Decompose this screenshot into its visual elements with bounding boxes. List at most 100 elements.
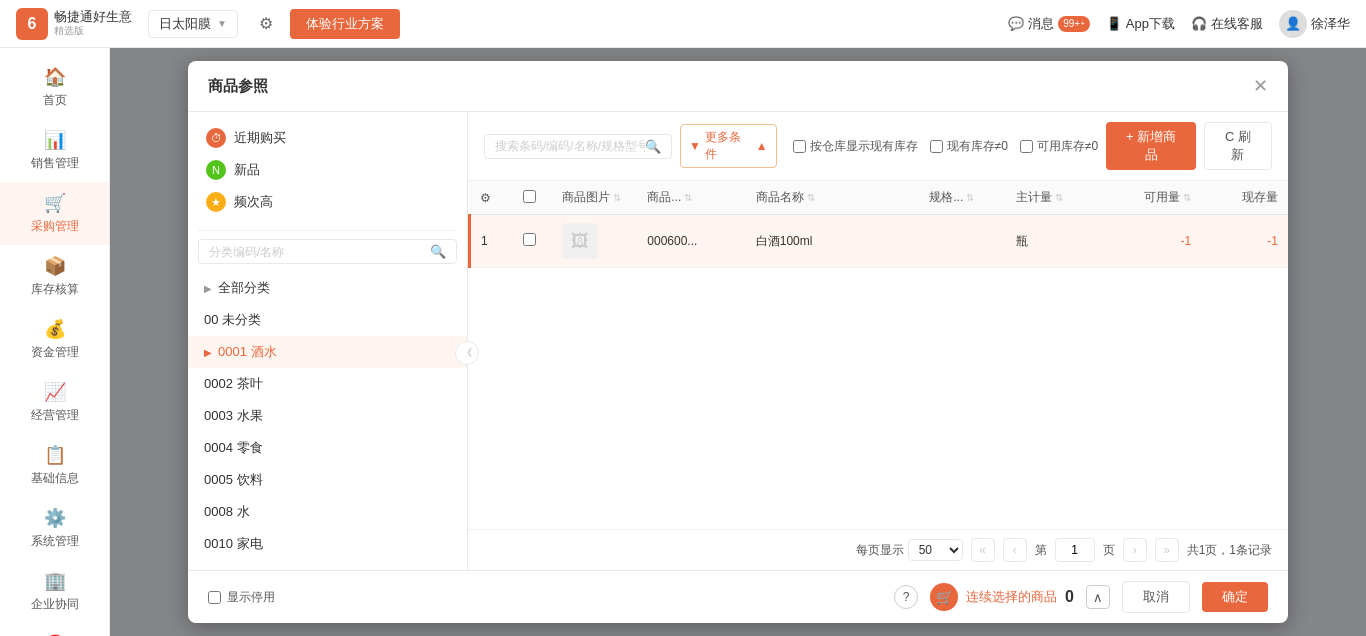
experience-button[interactable]: 体验行业方案: [290, 9, 400, 39]
col-header-settings[interactable]: ⚙: [470, 181, 513, 215]
logo-text: 畅捷通好生意: [54, 9, 132, 25]
table-header-row: ⚙ 商品图片 商品... 商品名称 规格... 主计量: [470, 181, 1289, 215]
add-product-button[interactable]: + 新增商品: [1106, 122, 1196, 170]
sidebar-item-home[interactable]: 🏠 首页: [0, 56, 109, 119]
category-label-all: 全部分类: [218, 279, 270, 297]
modal-overlay: 商品参照 ✕ ⏱ 近期购买 N: [110, 48, 1366, 636]
sidebar-item-purchase[interactable]: 🛒 采购管理: [0, 182, 109, 245]
checkbox-usable[interactable]: [1020, 140, 1033, 153]
checkbox-warehouse[interactable]: [793, 140, 806, 153]
cell-spec: [919, 215, 1006, 268]
col-header-unit[interactable]: 主计量: [1006, 181, 1093, 215]
sidebar-item-operation[interactable]: 📈 经营管理: [0, 371, 109, 434]
headset-icon: 🎧: [1191, 16, 1207, 31]
category-item-0004[interactable]: 0004 零食: [188, 432, 467, 464]
quick-link-frequent[interactable]: ★ 频次高: [198, 186, 457, 218]
collapse-panel-button[interactable]: 《: [455, 341, 479, 365]
page-size-select[interactable]: 50 10 20 100: [908, 539, 963, 561]
cart-collapse-button[interactable]: ∧: [1086, 585, 1110, 609]
quick-link-new-label: 新品: [234, 161, 260, 179]
table-row[interactable]: 1 🖼 000600... 白酒100ml: [470, 215, 1289, 268]
table-select-all[interactable]: [523, 190, 536, 203]
checkbox-warehouse-label[interactable]: 按仓库显示现有库存: [793, 138, 918, 155]
cell-avail: -1: [1093, 215, 1201, 268]
checkbox-available[interactable]: [930, 140, 943, 153]
navbar: 6 畅捷通好生意 精选版 日太阳膜 ▼ ⚙ 体验行业方案 💬 消息 99++ 📱…: [0, 0, 1366, 48]
category-item-0002[interactable]: 0002 茶叶: [188, 368, 467, 400]
show-disabled-checkbox-label[interactable]: 显示停用: [208, 589, 275, 606]
page-prev-button[interactable]: ‹: [1003, 538, 1027, 562]
purchase-icon: 🛒: [44, 192, 66, 214]
category-item-00[interactable]: 00 未分类: [188, 304, 467, 336]
category-search-icon[interactable]: 🔍: [430, 244, 446, 259]
cancel-button[interactable]: 取消: [1122, 581, 1190, 613]
cell-code: 000600...: [637, 215, 745, 268]
sidebar-item-inventory[interactable]: 📦 库存核算: [0, 245, 109, 308]
page-number-input[interactable]: [1055, 538, 1095, 562]
cell-unit: 瓶: [1006, 215, 1093, 268]
sidebar-item-sales[interactable]: 📊 销售管理: [0, 119, 109, 182]
messages-button[interactable]: 💬 消息 99++: [1008, 15, 1090, 33]
category-label-0008: 0008 水: [204, 503, 250, 521]
store-selector[interactable]: 日太阳膜 ▼: [148, 10, 238, 38]
sidebar: 🏠 首页 📊 销售管理 🛒 采购管理 📦 库存核算 💰 资金管理 📈 经营管理 …: [0, 48, 110, 636]
col-header-name[interactable]: 商品名称: [746, 181, 920, 215]
checkbox-available-label[interactable]: 现有库存≠0: [930, 138, 1008, 155]
category-item-0005[interactable]: 0005 饮料: [188, 464, 467, 496]
category-item-0003[interactable]: 0003 水果: [188, 400, 467, 432]
filter-arrow-icon: ▲: [756, 139, 768, 153]
sidebar-item-basic[interactable]: 📋 基础信息: [0, 434, 109, 497]
star-icon: ★: [206, 192, 226, 212]
quick-link-recent[interactable]: ⏱ 近期购买: [198, 122, 457, 154]
username: 徐泽华: [1311, 15, 1350, 33]
app-download-button[interactable]: 📱 App下载: [1106, 15, 1175, 33]
cart-count: 0: [1065, 588, 1074, 606]
cell-img: 🖼: [552, 215, 637, 268]
confirm-button[interactable]: 确定: [1202, 582, 1268, 612]
cell-seq: 1: [470, 215, 513, 268]
col-header-avail[interactable]: 可用量: [1093, 181, 1201, 215]
filter-button[interactable]: ▼ 更多条件 ▲: [680, 124, 777, 168]
new-icon: N: [206, 160, 226, 180]
category-label-0004: 0004 零食: [204, 439, 263, 457]
product-search-input[interactable]: [495, 139, 645, 153]
sidebar-item-finance[interactable]: 💰 资金管理: [0, 308, 109, 371]
user-menu[interactable]: 👤 徐泽华: [1279, 10, 1350, 38]
sidebar-label-basic: 基础信息: [31, 470, 79, 487]
sidebar-item-system[interactable]: ⚙️ 系统管理: [0, 497, 109, 560]
page-last-button[interactable]: »: [1155, 538, 1179, 562]
toolbar-right: + 新增商品 C 刷新: [1106, 122, 1272, 170]
category-label-0010: 0010 家电: [204, 535, 263, 553]
modal-close-button[interactable]: ✕: [1253, 75, 1268, 97]
page-first-button[interactable]: «: [971, 538, 995, 562]
col-header-img[interactable]: 商品图片: [552, 181, 637, 215]
finance-icon: 💰: [44, 318, 66, 340]
checkbox-usable-label[interactable]: 可用库存≠0: [1020, 138, 1098, 155]
category-search-input[interactable]: [209, 245, 430, 259]
service-button[interactable]: 🎧 在线客服: [1191, 15, 1263, 33]
category-item-0008[interactable]: 0008 水: [188, 496, 467, 528]
content-area: 商品参照 ✕ ⏱ 近期购买 N: [110, 48, 1366, 636]
category-item-0001[interactable]: 0001 酒水: [188, 336, 467, 368]
settings-button[interactable]: ⚙: [250, 8, 282, 40]
category-item-0010[interactable]: 0010 家电: [188, 528, 467, 560]
col-header-code[interactable]: 商品...: [637, 181, 745, 215]
sidebar-item-guide[interactable]: 🎯 新手引导: [0, 623, 109, 636]
quick-link-new[interactable]: N 新品: [198, 154, 457, 186]
search-icon[interactable]: 🔍: [645, 139, 661, 154]
help-button[interactable]: ?: [894, 585, 918, 609]
sidebar-item-enterprise[interactable]: 🏢 企业协同: [0, 560, 109, 623]
quick-links: ⏱ 近期购买 N 新品 ★ 频次高: [188, 122, 467, 226]
row-checkbox[interactable]: [523, 233, 536, 246]
col-header-spec[interactable]: 规格...: [919, 181, 1006, 215]
show-disabled-checkbox[interactable]: [208, 591, 221, 604]
sidebar-label-system: 系统管理: [31, 533, 79, 550]
mobile-icon: 📱: [1106, 16, 1122, 31]
page-next-button[interactable]: ›: [1123, 538, 1147, 562]
category-item-all[interactable]: 全部分类: [188, 272, 467, 304]
cell-stock: -1: [1201, 215, 1288, 268]
refresh-button[interactable]: C 刷新: [1204, 122, 1272, 170]
navbar-right: 💬 消息 99++ 📱 App下载 🎧 在线客服 👤 徐泽华: [1008, 10, 1350, 38]
sidebar-label-purchase: 采购管理: [31, 218, 79, 235]
cart-area[interactable]: 🛒 连续选择的商品 0: [930, 583, 1074, 611]
